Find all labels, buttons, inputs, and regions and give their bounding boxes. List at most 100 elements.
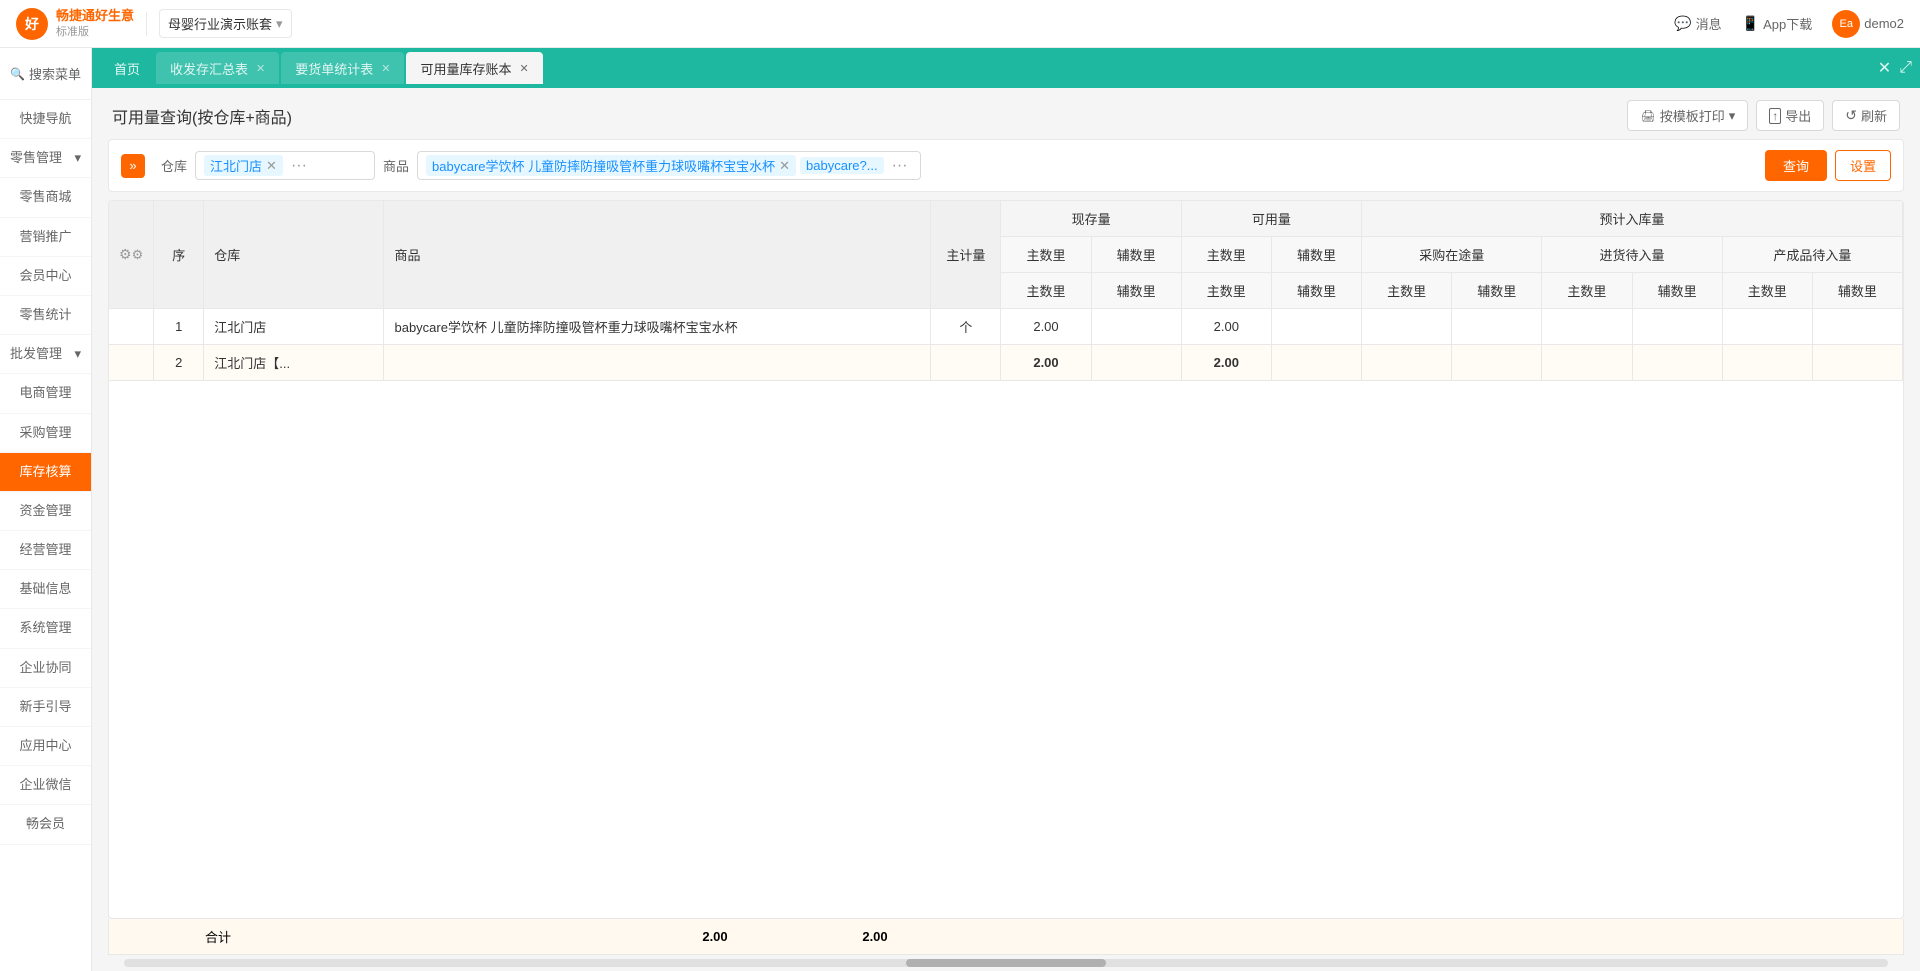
- th-unit: 主计量: [931, 201, 1001, 309]
- th-sa: 辅数里: [1091, 273, 1181, 309]
- sidebar-item-marketing[interactable]: 营销推广: [0, 218, 91, 257]
- sidebar-item-quick-nav[interactable]: 快捷导航: [0, 100, 91, 139]
- search-menu-label: 搜索菜单: [29, 64, 81, 83]
- tab-close-icon[interactable]: ✕: [520, 62, 529, 75]
- settings-icon[interactable]: ⚙: [119, 247, 143, 262]
- td-settings: [109, 309, 154, 345]
- scrollbar-thumb[interactable]: [906, 959, 1106, 967]
- footer-avail-main: 2.00: [835, 929, 915, 944]
- th-available-group: 可用量: [1181, 201, 1361, 237]
- sidebar-item-retail-stats[interactable]: 零售统计: [0, 296, 91, 335]
- tab-close-icon[interactable]: ✕: [381, 62, 390, 75]
- tab-label: 收发存汇总表: [170, 59, 248, 78]
- td-produced-main: [1722, 345, 1812, 381]
- logo-line2: 标准版: [56, 25, 134, 39]
- print-button[interactable]: 按模板打印 ▾: [1627, 100, 1748, 131]
- sidebar-label: 电商管理: [19, 385, 71, 400]
- th-incoming-sub: 进货待入量: [1542, 237, 1722, 273]
- td-no: 1: [154, 309, 204, 345]
- tab-label: 首页: [114, 59, 140, 78]
- query-button[interactable]: 查询: [1765, 150, 1827, 181]
- sidebar-item-system[interactable]: 系统管理: [0, 609, 91, 648]
- filter-more-icon[interactable]: ···: [287, 157, 311, 175]
- msg-button[interactable]: 消息: [1674, 14, 1721, 33]
- product-more-icon[interactable]: ···: [888, 157, 912, 175]
- sidebar-item-retail-mgmt[interactable]: 零售管理 ▾: [0, 139, 91, 178]
- th-prm: 主数里: [1722, 273, 1812, 309]
- sidebar-label: 经营管理: [19, 542, 71, 557]
- chevron-down-icon: ▾: [276, 16, 283, 32]
- export-icon: [1769, 108, 1781, 123]
- app-icon: [1742, 15, 1759, 32]
- sidebar-item-retail-mall[interactable]: 零售商城: [0, 178, 91, 217]
- filter-expand-button[interactable]: »: [121, 154, 145, 178]
- content-area: 首页 收发存汇总表 ✕ 要货单统计表 ✕ 可用量库存账本 ✕ ✕ ⤢ 可用量 查询…: [92, 48, 1920, 971]
- sidebar-item-basic-info[interactable]: 基础信息: [0, 570, 91, 609]
- msg-label: 消息: [1696, 14, 1722, 33]
- td-avail-aux: [1271, 345, 1361, 381]
- user-menu[interactable]: Ea demo2: [1832, 10, 1904, 38]
- td-produced-aux: [1812, 309, 1902, 345]
- sidebar-search-area: 搜索菜单: [0, 48, 91, 100]
- sidebar-item-guide[interactable]: 新手引导: [0, 688, 91, 727]
- sidebar-item-member[interactable]: 会员中心: [0, 257, 91, 296]
- app-download-button[interactable]: App下载: [1742, 14, 1813, 33]
- settings-button[interactable]: 设置: [1835, 150, 1891, 181]
- td-stock-aux: [1091, 345, 1181, 381]
- industry-label: 母婴行业演示账套: [168, 14, 272, 33]
- export-button[interactable]: 导出: [1756, 100, 1824, 131]
- warehouse-tag-close[interactable]: ✕: [266, 158, 277, 174]
- th-no: 序: [154, 201, 204, 309]
- print-label: 按模板打印: [1660, 106, 1725, 125]
- close-all-icon[interactable]: ✕: [1878, 58, 1891, 78]
- table-area: ⚙ 序 仓库 商品 主计量 现存量 可用量 预计入库量: [108, 200, 1904, 971]
- tab-close-icon[interactable]: ✕: [256, 62, 265, 75]
- th-pm: 主数里: [1362, 273, 1452, 309]
- sidebar-item-purchase[interactable]: 采购管理: [0, 414, 91, 453]
- refresh-label: 刷新: [1861, 106, 1887, 125]
- sidebar-item-finance[interactable]: 资金管理: [0, 492, 91, 531]
- product-tag-1: babycare学饮杯 儿童防摔防撞吸管杯重力球吸嘴杯宝宝水杯 ✕: [426, 155, 796, 176]
- sidebar-item-inventory[interactable]: 库存核算: [0, 453, 91, 492]
- tab-receive[interactable]: 收发存汇总表 ✕: [156, 52, 279, 84]
- td-stock-main: 2.00: [1001, 345, 1091, 381]
- td-warehouse: 江北门店【...: [204, 345, 384, 381]
- chevron-down-icon: ▾: [74, 345, 81, 363]
- sidebar-item-app-center[interactable]: 应用中心: [0, 727, 91, 766]
- th-stock-aux: 辅数里: [1091, 237, 1181, 273]
- sidebar-item-wholesale[interactable]: 批发管理 ▾: [0, 335, 91, 374]
- sidebar-item-operations[interactable]: 经营管理: [0, 531, 91, 570]
- footer-label: 合计: [205, 927, 325, 946]
- th-product: 商品: [384, 201, 931, 309]
- industry-selector[interactable]: 母婴行业演示账套 ▾: [159, 9, 292, 38]
- chevron-down-icon: ▾: [74, 149, 81, 167]
- sidebar-label: 应用中心: [19, 738, 71, 753]
- tab-available[interactable]: 可用量库存账本 ✕: [406, 52, 542, 84]
- th-ia: 辅数里: [1632, 273, 1722, 309]
- search-menu-button[interactable]: 搜索菜单: [8, 58, 83, 89]
- table-row: 2 江北门店【... 2.00 2.00: [109, 345, 1903, 381]
- sidebar-item-enterprise[interactable]: 企业协同: [0, 649, 91, 688]
- maximize-icon[interactable]: ⤢: [1899, 59, 1912, 77]
- tab-order[interactable]: 要货单统计表 ✕: [281, 52, 404, 84]
- th-am: 主数里: [1181, 273, 1271, 309]
- warehouse-input[interactable]: 江北门店 ✕ ···: [195, 151, 375, 180]
- scrollbar-area: [108, 955, 1904, 971]
- chevron-down-icon: ▾: [1729, 108, 1736, 124]
- sidebar-item-member2[interactable]: 畅会员: [0, 805, 91, 844]
- product-label: 商品: [383, 156, 409, 175]
- tab-label: 要货单统计表: [295, 59, 373, 78]
- scrollbar-track[interactable]: [124, 959, 1888, 967]
- th-warehouse: 仓库: [204, 201, 384, 309]
- tab-home[interactable]: 首页: [100, 52, 154, 84]
- refresh-button[interactable]: 刷新: [1832, 100, 1900, 131]
- product-tag1-close[interactable]: ✕: [779, 158, 790, 174]
- sidebar-item-ecommerce[interactable]: 电商管理: [0, 374, 91, 413]
- product-input[interactable]: babycare学饮杯 儿童防摔防撞吸管杯重力球吸嘴杯宝宝水杯 ✕ babyca…: [417, 151, 921, 180]
- td-no: 2: [154, 345, 204, 381]
- td-produced-main: [1722, 309, 1812, 345]
- refresh-icon: [1845, 107, 1857, 124]
- search-icon: [10, 66, 25, 81]
- sidebar-item-wechat[interactable]: 企业微信: [0, 766, 91, 805]
- sidebar-label: 零售商城: [19, 189, 71, 204]
